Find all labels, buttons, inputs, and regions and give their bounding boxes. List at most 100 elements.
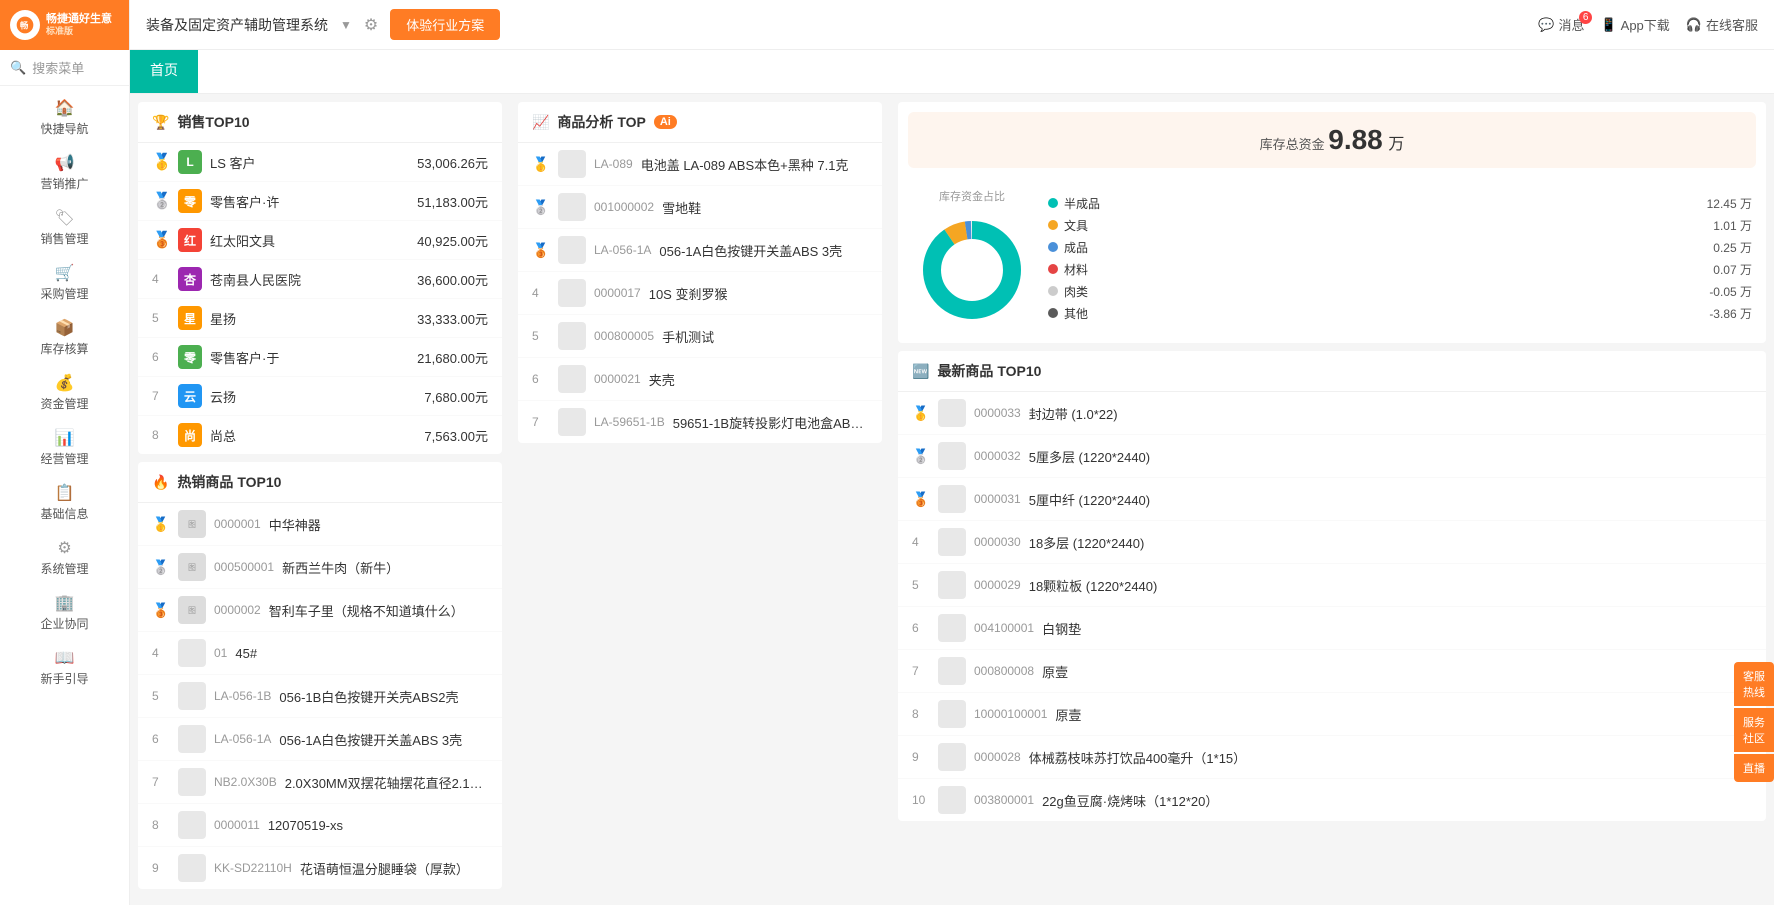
legend-label: 成品: [1064, 239, 1088, 256]
avatar: L: [178, 150, 202, 174]
new-icon: 🆕: [912, 363, 929, 380]
sidebar-item-marketing[interactable]: 📢 营销推广: [0, 145, 129, 200]
product-name: 原壹: [1055, 705, 1752, 724]
hot-product-list-item[interactable]: 4 01 45#: [138, 632, 502, 675]
customer-list-item[interactable]: 7 云 云扬 7,680.00元: [138, 377, 502, 416]
product-code: 000800005: [594, 329, 654, 343]
hot-product-list-item[interactable]: 5 LA-056-1B 056-1B白色按键开关壳ABS2壳: [138, 675, 502, 718]
sidebar-item-base-info[interactable]: 📋 基础信息: [0, 475, 129, 530]
new-products-header: 🆕 最新商品 TOP10: [898, 351, 1766, 392]
dropdown-arrow-icon[interactable]: ▼: [340, 18, 352, 32]
top-customers-title: 销售TOP10: [177, 112, 249, 132]
sidebar-item-finance[interactable]: 💰 资金管理: [0, 365, 129, 420]
rank-num: 6: [912, 621, 930, 635]
sidebar-item-inventory[interactable]: 📦 库存核算: [0, 310, 129, 365]
hot-product-list-item[interactable]: 🥉 图 0000002 智利车子里（规格不知道填什么）: [138, 589, 502, 632]
ranking-list-item[interactable]: 🥇 LA-089 电池盖 LA-089 ABS本色+黑种 7.1克: [518, 143, 882, 186]
experience-btn[interactable]: 体验行业方案: [390, 9, 500, 40]
topbar-right: 💬 消息 6 📱 App下载 🎧 在线客服: [1538, 15, 1758, 34]
product-code: 000800008: [974, 664, 1034, 678]
fire-icon: 🔥: [152, 474, 169, 491]
ranking-list-item[interactable]: 7 LA-59651-1B 59651-1B旋转投影灯电池盒ABS黑色+58壳: [518, 401, 882, 443]
new-product-list-item[interactable]: 6 004100001 白钢垫: [898, 607, 1766, 650]
avatar: 星: [178, 306, 202, 330]
rank-num: 4: [152, 272, 170, 286]
sidebar-item-purchase[interactable]: 🛒 采购管理: [0, 255, 129, 310]
customer-list-item[interactable]: 4 杏 苍南县人民医院 36,600.00元: [138, 260, 502, 299]
hot-product-list-item[interactable]: 🥈 图 000500001 新西兰牛肉（新牛）: [138, 546, 502, 589]
new-product-list-item[interactable]: 🥇 0000033 封边带 (1.0*22): [898, 392, 1766, 435]
ranking-list-item[interactable]: 5 000800005 手机测试: [518, 315, 882, 358]
logo-icon: 畅: [10, 10, 40, 40]
new-product-list-item[interactable]: 🥈 0000032 5厘多层 (1220*2440): [898, 435, 1766, 478]
app-name: 畅捷通好生意: [46, 12, 112, 26]
hot-product-list-item[interactable]: 🥇 图 0000001 中华神器: [138, 503, 502, 546]
messages-btn[interactable]: 💬 消息 6: [1538, 15, 1584, 34]
marketing-icon: 📢: [55, 153, 75, 173]
rank-num: 5: [532, 329, 550, 343]
sidebar-item-enterprise[interactable]: 🏢 企业协同: [0, 585, 129, 640]
new-products-title: 最新商品 TOP10: [937, 361, 1041, 381]
customer-list-item[interactable]: 🥈 零 零售客户·许 51,183.00元: [138, 182, 502, 221]
new-product-list-item[interactable]: 7 000800008 原壹: [898, 650, 1766, 693]
product-name: 智利车子里（规格不知道填什么）: [269, 601, 488, 620]
sidebar-item-sales[interactable]: 🏷 销售管理: [0, 200, 129, 255]
legend-label: 半成品: [1064, 195, 1100, 212]
new-product-list-item[interactable]: 8 10000100001 原壹: [898, 693, 1766, 736]
float-service-community[interactable]: 服务社区: [1734, 708, 1774, 752]
customer-list-item[interactable]: 🥇 L LS 客户 53,006.26元: [138, 143, 502, 182]
product-img: 图: [178, 510, 206, 538]
rank-icon: 🥈: [152, 191, 170, 211]
product-img-placeholder: [558, 322, 586, 350]
float-live[interactable]: 直播: [1734, 754, 1774, 782]
product-code: 0000032: [974, 449, 1021, 463]
hot-product-list-item[interactable]: 9 KK-SD22110H 花语萌恒温分腿睡袋（厚款）: [138, 847, 502, 889]
hot-product-list-item[interactable]: 6 LA-056-1A 056-1A白色按键开关盖ABS 3壳: [138, 718, 502, 761]
product-name: 056-1A白色按键开关盖ABS 3壳: [279, 730, 488, 749]
ranking-list-item[interactable]: 🥈 001000002 雪地鞋: [518, 186, 882, 229]
new-product-list-item[interactable]: 5 0000029 18颗粒板 (1220*2440): [898, 564, 1766, 607]
ranking-list-item[interactable]: 6 0000021 夹壳: [518, 358, 882, 401]
rank-num: 7: [912, 664, 930, 678]
legend-label: 材料: [1064, 261, 1088, 278]
product-img: 图: [178, 596, 206, 624]
sidebar-item-operations[interactable]: 📊 经营管理: [0, 420, 129, 475]
new-product-list-item[interactable]: 🥉 0000031 5厘中纤 (1220*2440): [898, 478, 1766, 521]
customer-name: 零售客户·于: [210, 348, 409, 367]
new-product-list-item[interactable]: 4 0000030 18多层 (1220*2440): [898, 521, 1766, 564]
ranking-list-item[interactable]: 🥉 LA-056-1A 056-1A白色按键开关盖ABS 3壳: [518, 229, 882, 272]
product-code: 0000002: [214, 603, 261, 617]
online-service-btn[interactable]: 🎧 在线客服: [1686, 15, 1758, 34]
product-code: 10000100001: [974, 707, 1047, 721]
search-menu[interactable]: 🔍 搜索菜单: [0, 50, 129, 86]
sidebar-nav: 🏠 快捷导航 📢 营销推广 🏷 销售管理 🛒 采购管理 📦 库存核算 💰 资金管…: [0, 86, 129, 905]
message-badge: 6: [1579, 11, 1593, 24]
new-product-list-item[interactable]: 10 003800001 22g鱼豆腐·烧烤味（1*12*20）: [898, 779, 1766, 821]
legend-dot: [1048, 264, 1058, 274]
float-customer-service[interactable]: 客服热线: [1734, 662, 1774, 706]
legend-value: -3.86 万: [1709, 305, 1752, 322]
customer-list-item[interactable]: 5 星 星扬 33,333.00元: [138, 299, 502, 338]
legend-label: 其他: [1064, 305, 1088, 322]
sidebar-item-system[interactable]: ⚙ 系统管理: [0, 530, 129, 585]
legend-value: 12.45 万: [1707, 195, 1752, 212]
sidebar-item-guide[interactable]: 📖 新手引导: [0, 640, 129, 695]
hot-product-list-item[interactable]: 8 0000011 12070519-xs: [138, 804, 502, 847]
app-download-btn[interactable]: 📱 App下载: [1600, 15, 1669, 34]
sidebar-item-label: 快捷导航: [40, 120, 88, 137]
topbar: 装备及固定资产辅助管理系统 ▼ ⚙ 体验行业方案 💬 消息 6 📱 App下载 …: [130, 0, 1774, 50]
settings-icon[interactable]: ⚙: [364, 15, 378, 35]
new-product-list-item[interactable]: 9 0000028 体械荔枝味苏打饮品400毫升（1*15）: [898, 736, 1766, 779]
tab-home[interactable]: 首页: [130, 50, 198, 93]
new-products-list: 🥇 0000033 封边带 (1.0*22) 🥈 0000032 5厘多层 (1…: [898, 392, 1766, 821]
legend-dot: [1048, 220, 1058, 230]
customer-list-item[interactable]: 🥉 红 红太阳文具 40,925.00元: [138, 221, 502, 260]
product-name: 5厘中纤 (1220*2440): [1029, 490, 1752, 509]
ranking-list-item[interactable]: 4 0000017 10S 变刹罗猴: [518, 272, 882, 315]
customer-list-item[interactable]: 6 零 零售客户·于 21,680.00元: [138, 338, 502, 377]
hot-products-panel: 🔥 热销商品 TOP10 🥇 图 0000001 中华神器 🥈 图 000500…: [138, 462, 502, 889]
customer-list-item[interactable]: 8 尚 尚总 7,563.00元: [138, 416, 502, 454]
hot-product-list-item[interactable]: 7 NB2.0X30B 2.0X30MM双摆花轴摆花直径2.1MM/ROHS: [138, 761, 502, 804]
operations-icon: 📊: [55, 428, 75, 448]
sidebar-item-quick-nav[interactable]: 🏠 快捷导航: [0, 90, 129, 145]
